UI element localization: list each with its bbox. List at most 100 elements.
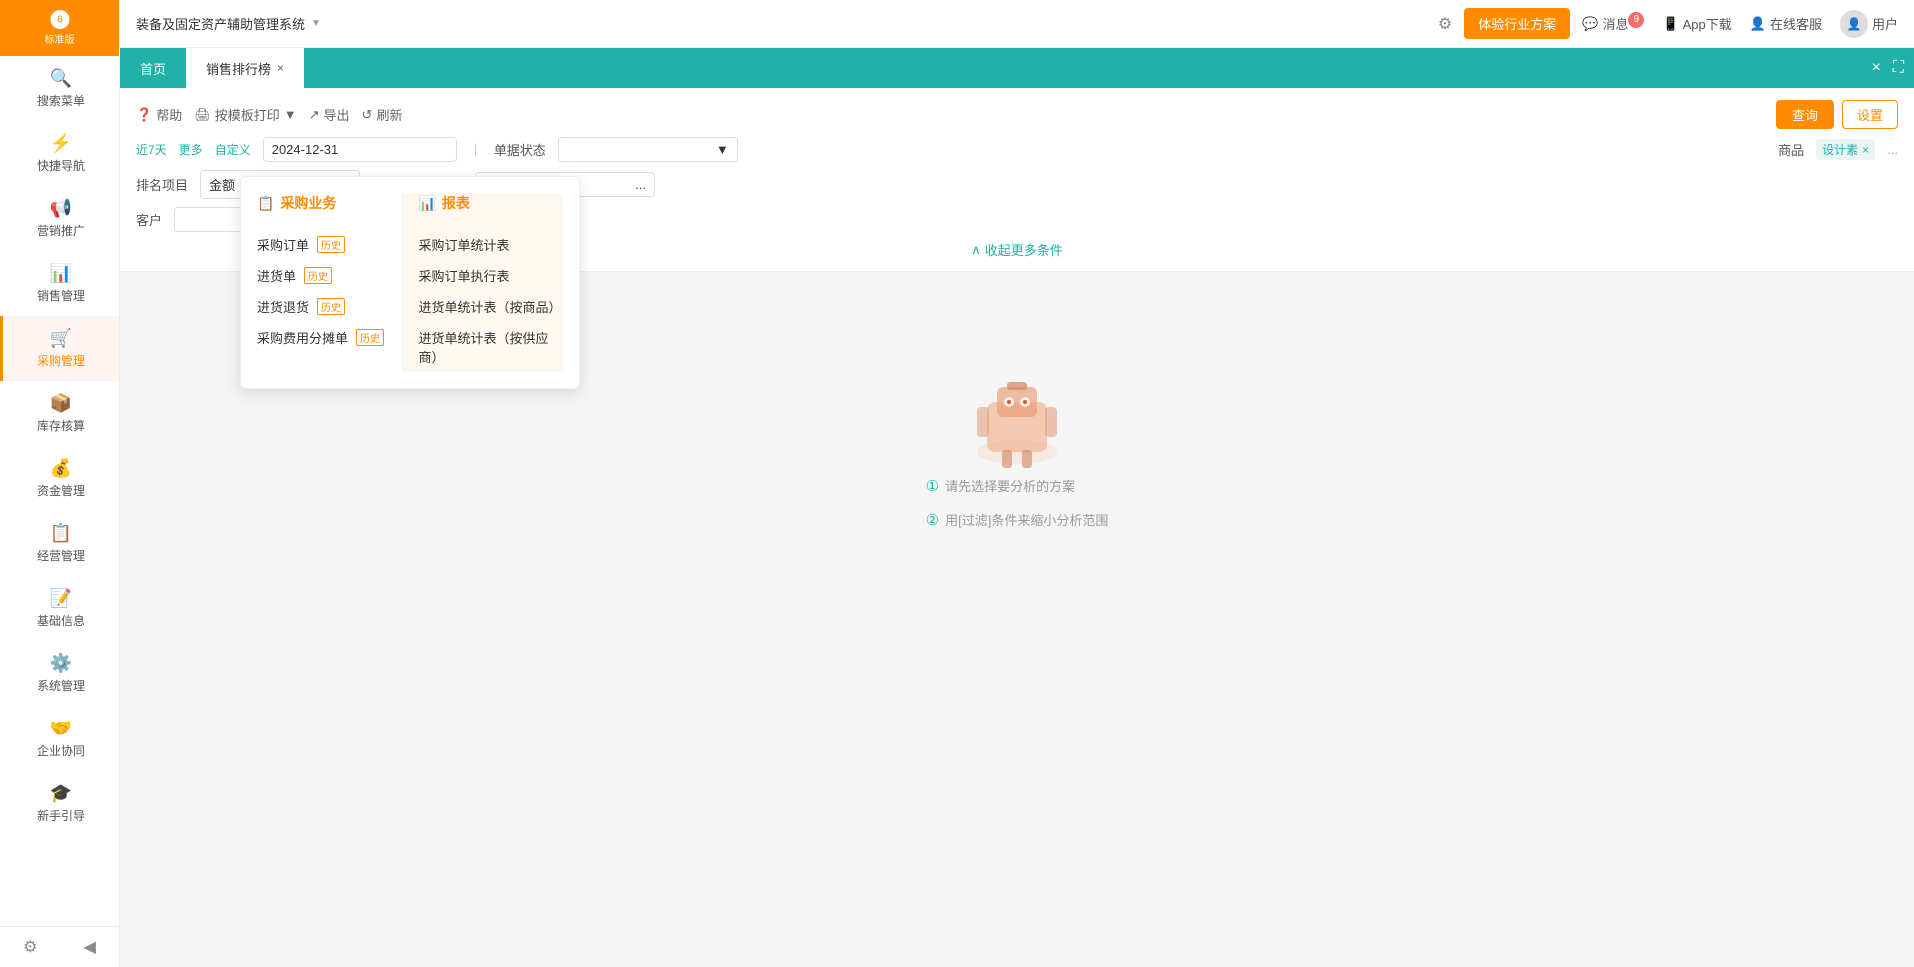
history-badge-return: 历史 [317,298,345,315]
purchase-icon: 🛒 [50,328,72,349]
industry-button[interactable]: 体验行业方案 [1464,8,1570,39]
print-button[interactable]: 🖨 按模板打印 ▼ [194,105,296,124]
query-button[interactable]: 查询 [1776,100,1834,129]
rank-item-label: 排名项目 [136,175,188,194]
refresh-button[interactable]: ↺ 刷新 [362,105,403,124]
expand-window-icon[interactable]: ⛶ [1893,59,1904,77]
export-icon: ↗ [309,107,320,123]
filter-sep: ｜ [469,140,482,159]
date-more-link[interactable]: 更多 [179,141,203,158]
export-button[interactable]: ↗ 导出 [309,105,350,124]
dropdown-report-header: 📊 报表 [419,193,564,219]
sidebar-item-operation[interactable]: 📋 经营管理 [0,511,119,576]
basic-icon: 📝 [50,588,72,609]
inventory-icon: 📦 [50,393,72,414]
dropdown-item-return[interactable]: 进货退货 历史 [257,291,402,322]
setting-button[interactable]: 设置 [1842,100,1898,129]
operation-icon: 📋 [50,523,72,544]
print-arrow-icon[interactable]: ▼ [284,107,297,122]
close-window-icon[interactable]: × [1871,59,1880,77]
message-icon: 💬 [1582,16,1598,32]
system-icon: ⚙️ [50,653,72,674]
sidebar-item-search[interactable]: 🔍 搜索菜单 [0,56,119,121]
tab-sales-rank[interactable]: 销售排行榜 × [186,48,304,88]
sidebar-item-inventory[interactable]: 📦 库存核算 [0,381,119,446]
online-service-button[interactable]: 👤 在线客服 [1750,14,1822,33]
dropdown-item-incoming-by-goods[interactable]: 进货单统计表（按商品） [419,291,564,322]
sidebar-item-label-inventory: 库存核算 [37,417,85,434]
sidebar-item-finance[interactable]: 💰 资金管理 [0,446,119,511]
sidebar-item-basic[interactable]: 📝 基础信息 [0,576,119,641]
tab-close-icon[interactable]: × [277,61,284,75]
tabbar-right: × ⛶ [1871,59,1914,77]
settings-icon[interactable]: ⚙ [23,937,37,957]
sidebar-item-label-coop: 企业协同 [37,742,85,759]
bill-status-arrow: ▼ [716,142,729,157]
sidebar-item-sales[interactable]: 📊 销售管理 [0,251,119,316]
main-area: 装备及固定资产辅助管理系统 ▼ ⚙ 体验行业方案 💬 消息 9 📱 App下载 … [120,0,1914,967]
sidebar-item-marketing[interactable]: 📢 营销推广 [0,186,119,251]
help-button[interactable]: ❓ 帮助 [136,105,182,124]
sales-icon: 📊 [50,263,72,284]
date-preset-label[interactable]: 近7天 [136,141,167,158]
search-icon: 🔍 [50,68,72,89]
gear-icon[interactable]: ⚙ [1438,14,1452,34]
customer-label: 客户 [136,210,162,229]
goods-tag: 设计素 × [1816,139,1875,160]
sidebar-item-coop[interactable]: 🤝 企业协同 [0,706,119,771]
filter-action-buttons: 查询 设置 [1776,100,1898,129]
date-end-input[interactable] [263,137,457,162]
date-custom-link[interactable]: 自定义 [215,141,251,158]
sidebar-item-system[interactable]: ⚙️ 系统管理 [0,641,119,706]
dropdown-item-incoming[interactable]: 进货单 历史 [257,260,402,291]
sidebar-item-label-purchase: 采购管理 [37,352,85,369]
bill-status-select[interactable]: ▼ [558,137,738,162]
sidebar-logo: 6 标准版 [0,0,119,56]
dropdown-item-purchase-order[interactable]: 采购订单 历史 [257,229,402,260]
help-icon: ❓ [136,107,152,123]
tabbar: 首页 销售排行榜 × × ⛶ [120,48,1914,88]
tab-home[interactable]: 首页 [120,48,186,88]
message-badge: 9 [1628,12,1644,28]
business-header-icon: 📋 [257,195,274,212]
hint2-icon: ② [926,506,939,536]
sidebar-item-label-marketing: 营销推广 [37,222,85,239]
sidebar-item-purchase[interactable]: 🛒 采购管理 [0,316,119,381]
sidebar-item-guide[interactable]: 🎓 新手引导 [0,771,119,836]
dropdown-arrow-icon[interactable]: ▼ [311,18,321,29]
sidebar: 6 标准版 🔍 搜索菜单 ⚡ 快捷导航 📢 营销推广 📊 销售管理 🛒 采购管理… [0,0,120,967]
empty-text: ① 请先选择要分析的方案 ② 用[过滤]条件来缩小分析范围 [926,472,1109,536]
goods-filter-wrapper: 设计素 × [1816,139,1875,160]
hint1-icon: ① [926,472,939,502]
dropdown-item-order-exec[interactable]: 采购订单执行表 [419,260,564,291]
avatar: 👤 [1840,10,1868,38]
report-header-icon: 📊 [419,195,436,212]
empty-illustration [957,352,1077,472]
sidebar-item-label-basic: 基础信息 [37,612,85,629]
goods-label: 商品 [1778,140,1804,159]
dropdown-col-report: 📊 报表 采购订单统计表 采购订单执行表 进货单统计表（按商品） 进货单统计表（… [402,193,564,372]
system-title: 装备及固定资产辅助管理系统 ▼ [136,14,1426,33]
goods-more-icon[interactable]: ... [1887,142,1898,157]
dropdown-item-expense[interactable]: 采购费用分摊单 历史 [257,322,402,353]
sidebar-item-label-quick-nav: 快捷导航 [37,157,85,174]
collapse-sidebar-icon[interactable]: ◀ [84,937,96,957]
topbar: 装备及固定资产辅助管理系统 ▼ ⚙ 体验行业方案 💬 消息 9 📱 App下载 … [120,0,1914,48]
content-area: ❓ 帮助 🖨 按模板打印 ▼ ↗ 导出 ↺ 刷新 查询 [120,88,1914,967]
dropdown-item-incoming-by-supplier[interactable]: 进货单统计表（按供应商） [419,322,564,372]
sidebar-menu: 🔍 搜索菜单 ⚡ 快捷导航 📢 营销推广 📊 销售管理 🛒 采购管理 📦 库存核… [0,56,119,926]
collapse-icon: ∧ [971,242,981,258]
goods-tag-close-icon[interactable]: × [1862,143,1869,157]
bill-status-label: 单据状态 [494,140,546,159]
logo-text: 标准版 [45,31,75,46]
message-button[interactable]: 💬 消息 9 [1582,14,1644,33]
logo-icon: 6 [42,10,78,29]
app-download-button[interactable]: 📱 App下载 [1662,14,1731,33]
dropdown-item-order-stats[interactable]: 采购订单统计表 [419,229,564,260]
sidebar-item-quick-nav[interactable]: ⚡ 快捷导航 [0,121,119,186]
print-icon: 🖨 [194,107,211,123]
history-badge-incoming: 历史 [304,267,332,284]
sidebar-item-label-operation: 经营管理 [37,547,85,564]
phone-icon: 📱 [1662,16,1678,32]
user-button[interactable]: 👤 用户 [1840,10,1898,38]
